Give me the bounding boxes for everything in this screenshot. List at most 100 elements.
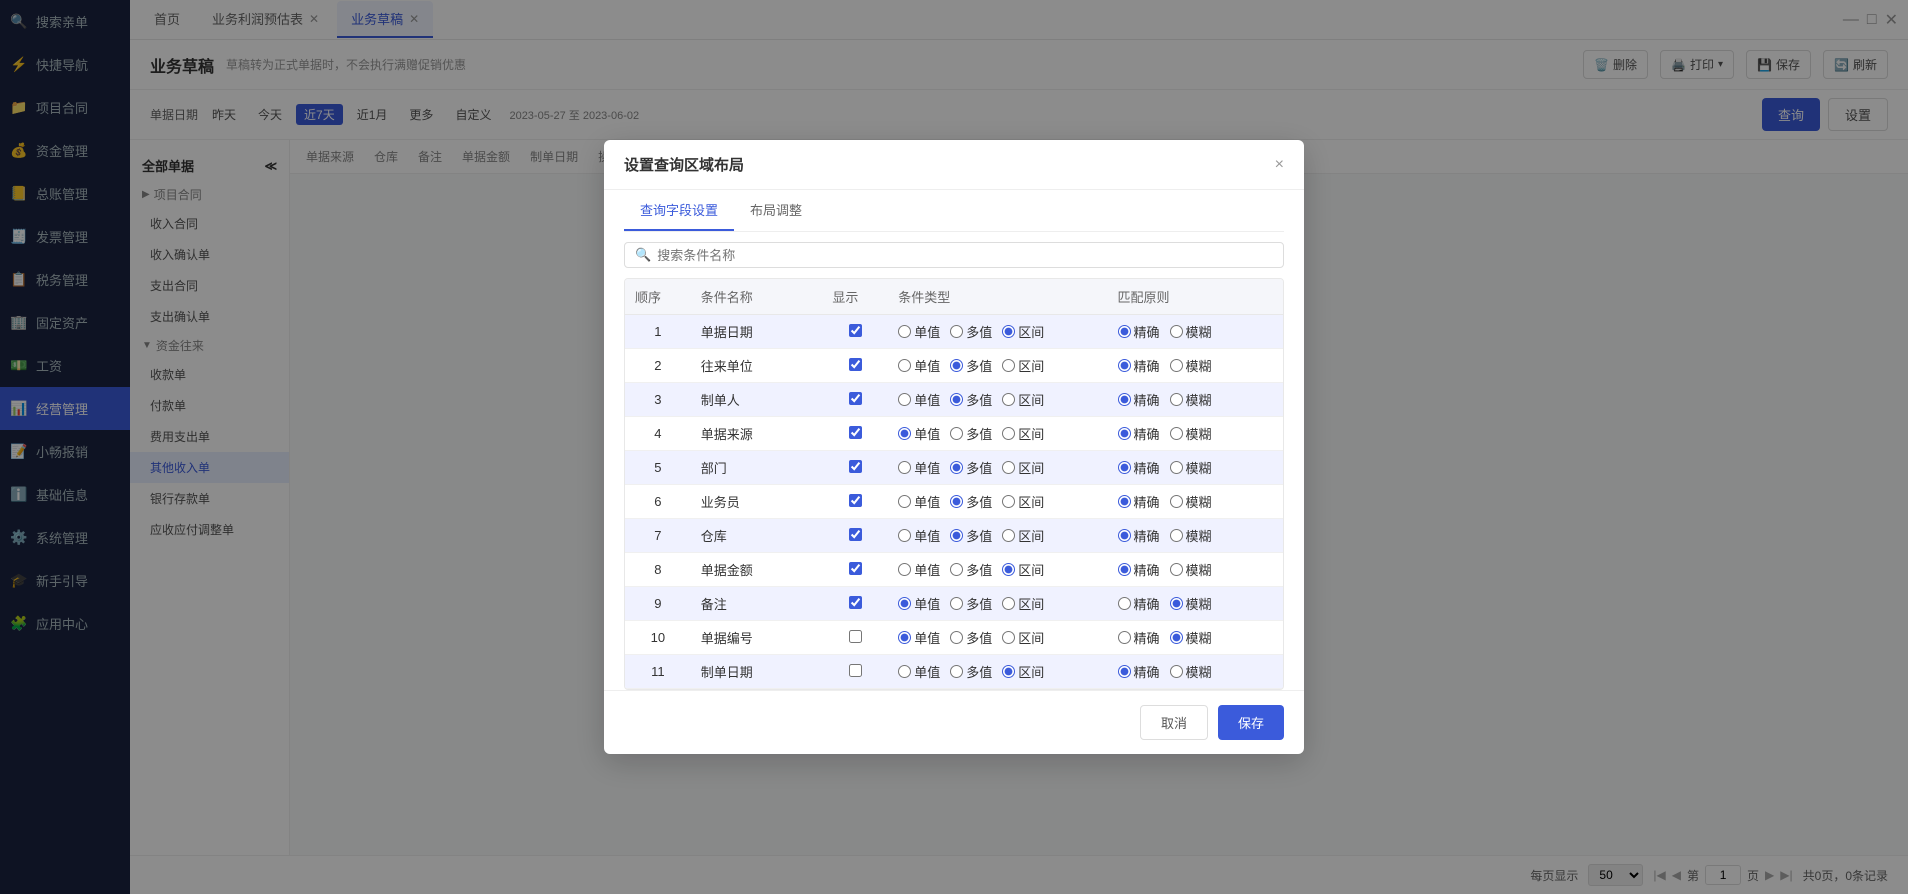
condition-type-option-1[interactable]: 多值 <box>950 662 992 681</box>
match-radio-1[interactable] <box>1170 631 1183 644</box>
condition-radio-0[interactable] <box>898 359 911 372</box>
condition-radio-2[interactable] <box>1002 631 1015 644</box>
condition-radio-0[interactable] <box>898 631 911 644</box>
match-rule-option-1[interactable]: 模糊 <box>1170 662 1212 681</box>
condition-radio-0[interactable] <box>898 597 911 610</box>
show-checkbox[interactable] <box>849 426 862 439</box>
condition-type-option-2[interactable]: 区间 <box>1002 458 1044 477</box>
show-checkbox[interactable] <box>849 358 862 371</box>
show-checkbox[interactable] <box>849 528 862 541</box>
condition-radio-1[interactable] <box>950 393 963 406</box>
condition-type-option-0[interactable]: 单值 <box>898 322 940 341</box>
match-rule-option-0[interactable]: 精确 <box>1118 458 1160 477</box>
condition-type-option-1[interactable]: 多值 <box>950 628 992 647</box>
match-rule-option-1[interactable]: 模糊 <box>1170 526 1212 545</box>
condition-type-option-1[interactable]: 多值 <box>950 492 992 511</box>
condition-type-option-0[interactable]: 单值 <box>898 628 940 647</box>
condition-type-option-1[interactable]: 多值 <box>950 594 992 613</box>
condition-radio-1[interactable] <box>950 359 963 372</box>
condition-type-option-1[interactable]: 多值 <box>950 458 992 477</box>
condition-type-option-2[interactable]: 区间 <box>1002 560 1044 579</box>
condition-radio-1[interactable] <box>950 631 963 644</box>
condition-radio-0[interactable] <box>898 393 911 406</box>
condition-radio-1[interactable] <box>950 495 963 508</box>
condition-type-option-0[interactable]: 单值 <box>898 356 940 375</box>
match-radio-1[interactable] <box>1170 461 1183 474</box>
match-radio-0[interactable] <box>1118 359 1131 372</box>
match-rule-option-1[interactable]: 模糊 <box>1170 492 1212 511</box>
condition-radio-2[interactable] <box>1002 597 1015 610</box>
match-rule-option-0[interactable]: 精确 <box>1118 356 1160 375</box>
match-rule-option-1[interactable]: 模糊 <box>1170 628 1212 647</box>
show-checkbox[interactable] <box>849 562 862 575</box>
condition-type-option-0[interactable]: 单值 <box>898 492 940 511</box>
match-radio-0[interactable] <box>1118 461 1131 474</box>
condition-radio-1[interactable] <box>950 665 963 678</box>
condition-type-option-0[interactable]: 单值 <box>898 458 940 477</box>
match-rule-option-1[interactable]: 模糊 <box>1170 356 1212 375</box>
match-rule-option-0[interactable]: 精确 <box>1118 424 1160 443</box>
condition-radio-0[interactable] <box>898 461 911 474</box>
condition-type-option-1[interactable]: 多值 <box>950 356 992 375</box>
match-radio-1[interactable] <box>1170 325 1183 338</box>
match-rule-option-0[interactable]: 精确 <box>1118 526 1160 545</box>
match-radio-1[interactable] <box>1170 563 1183 576</box>
match-radio-1[interactable] <box>1170 393 1183 406</box>
show-checkbox[interactable] <box>849 630 862 643</box>
match-radio-0[interactable] <box>1118 393 1131 406</box>
match-radio-1[interactable] <box>1170 665 1183 678</box>
condition-type-option-2[interactable]: 区间 <box>1002 526 1044 545</box>
match-radio-1[interactable] <box>1170 529 1183 542</box>
match-rule-option-1[interactable]: 模糊 <box>1170 458 1212 477</box>
show-checkbox[interactable] <box>849 494 862 507</box>
condition-type-option-2[interactable]: 区间 <box>1002 628 1044 647</box>
cancel-button[interactable]: 取消 <box>1140 705 1208 740</box>
modal-close-button[interactable]: × <box>1275 156 1284 174</box>
condition-type-option-2[interactable]: 区间 <box>1002 322 1044 341</box>
match-radio-0[interactable] <box>1118 631 1131 644</box>
match-radio-1[interactable] <box>1170 359 1183 372</box>
condition-type-option-2[interactable]: 区间 <box>1002 356 1044 375</box>
condition-type-option-2[interactable]: 区间 <box>1002 424 1044 443</box>
condition-type-option-1[interactable]: 多值 <box>950 424 992 443</box>
condition-radio-1[interactable] <box>950 529 963 542</box>
condition-radio-1[interactable] <box>950 563 963 576</box>
match-rule-option-1[interactable]: 模糊 <box>1170 322 1212 341</box>
condition-type-option-0[interactable]: 单值 <box>898 560 940 579</box>
modal-tab-layout-adjust[interactable]: 布局调整 <box>734 190 818 231</box>
condition-type-option-1[interactable]: 多值 <box>950 560 992 579</box>
condition-radio-0[interactable] <box>898 529 911 542</box>
match-radio-1[interactable] <box>1170 597 1183 610</box>
condition-radio-0[interactable] <box>898 325 911 338</box>
condition-type-option-0[interactable]: 单值 <box>898 390 940 409</box>
match-radio-1[interactable] <box>1170 427 1183 440</box>
show-checkbox[interactable] <box>849 596 862 609</box>
condition-radio-2[interactable] <box>1002 495 1015 508</box>
match-rule-option-0[interactable]: 精确 <box>1118 492 1160 511</box>
condition-type-option-1[interactable]: 多值 <box>950 526 992 545</box>
match-radio-0[interactable] <box>1118 427 1131 440</box>
condition-radio-0[interactable] <box>898 495 911 508</box>
condition-radio-2[interactable] <box>1002 427 1015 440</box>
condition-type-option-1[interactable]: 多值 <box>950 322 992 341</box>
condition-radio-2[interactable] <box>1002 359 1015 372</box>
match-rule-option-1[interactable]: 模糊 <box>1170 560 1212 579</box>
match-radio-0[interactable] <box>1118 325 1131 338</box>
match-rule-option-0[interactable]: 精确 <box>1118 390 1160 409</box>
condition-type-option-2[interactable]: 区间 <box>1002 594 1044 613</box>
condition-radio-1[interactable] <box>950 597 963 610</box>
match-radio-0[interactable] <box>1118 495 1131 508</box>
match-rule-option-0[interactable]: 精确 <box>1118 594 1160 613</box>
condition-type-option-1[interactable]: 多值 <box>950 390 992 409</box>
condition-radio-1[interactable] <box>950 461 963 474</box>
condition-type-option-0[interactable]: 单值 <box>898 424 940 443</box>
condition-radio-2[interactable] <box>1002 461 1015 474</box>
match-radio-0[interactable] <box>1118 597 1131 610</box>
match-radio-0[interactable] <box>1118 563 1131 576</box>
match-rule-option-0[interactable]: 精确 <box>1118 662 1160 681</box>
modal-tab-field-settings[interactable]: 查询字段设置 <box>624 190 734 231</box>
condition-type-option-0[interactable]: 单值 <box>898 526 940 545</box>
condition-radio-0[interactable] <box>898 665 911 678</box>
condition-radio-1[interactable] <box>950 427 963 440</box>
condition-radio-2[interactable] <box>1002 529 1015 542</box>
